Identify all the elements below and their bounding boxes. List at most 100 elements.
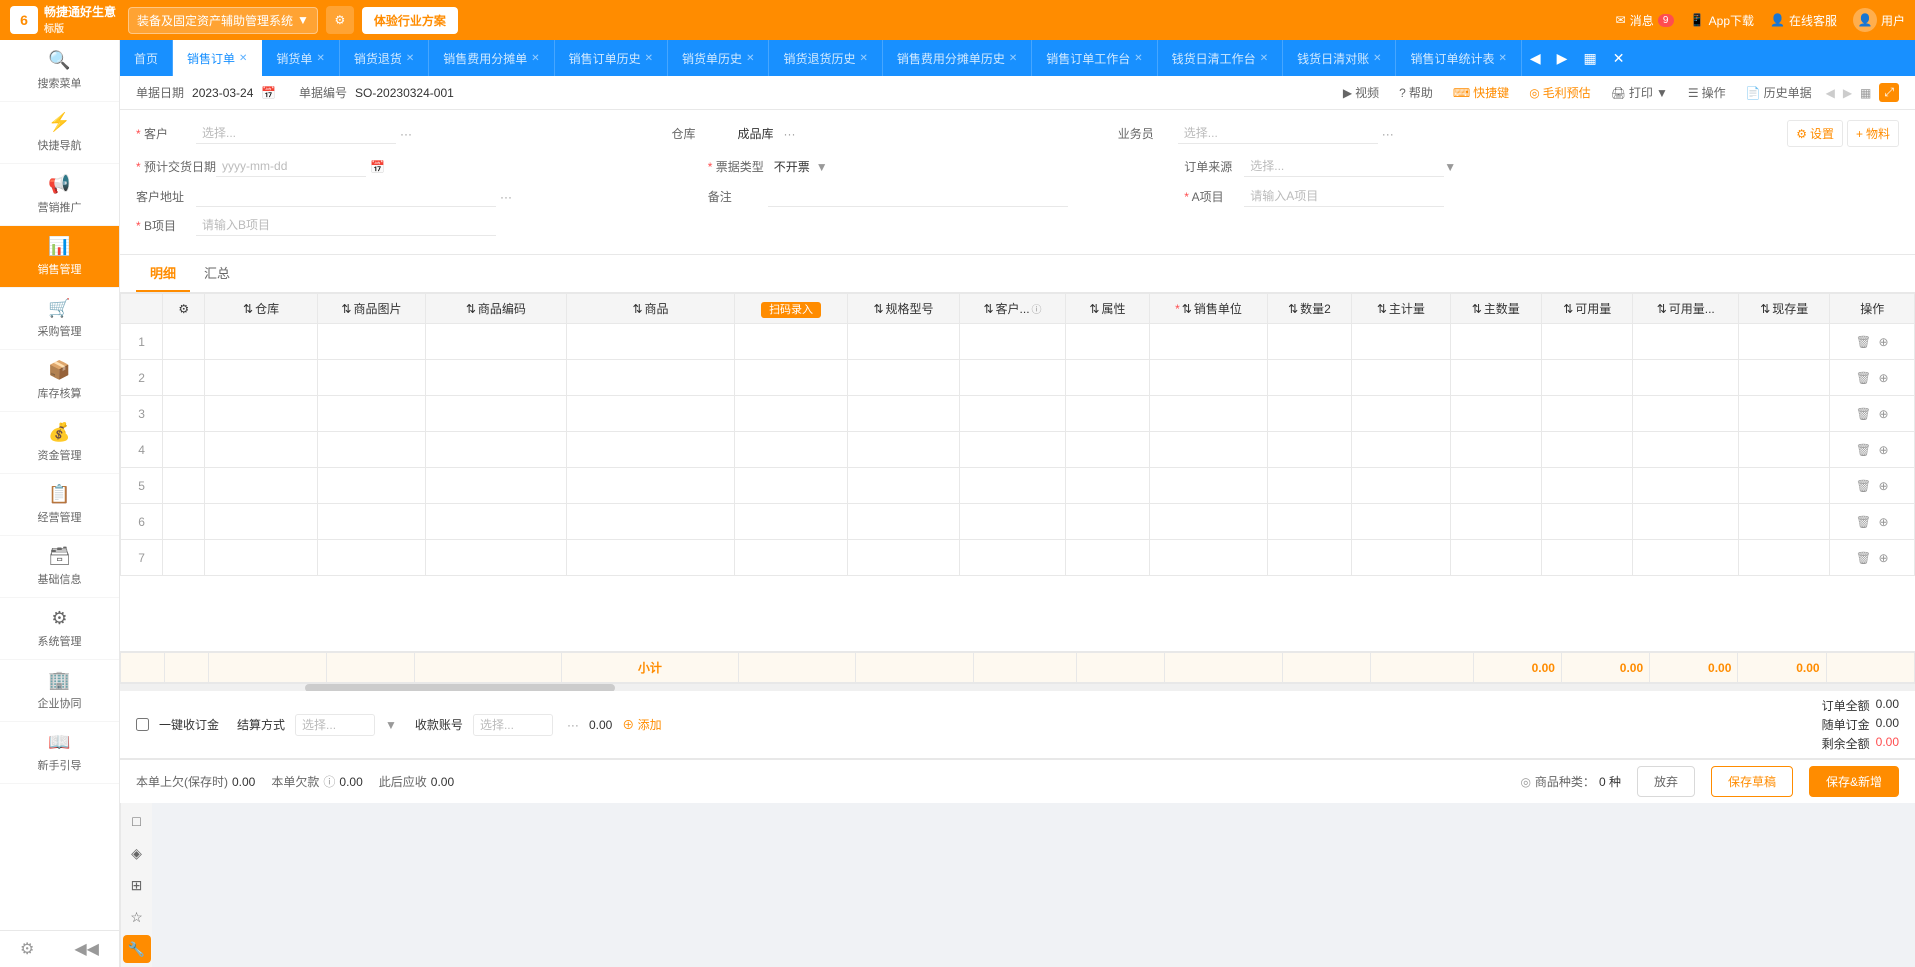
row-stock-4[interactable]	[1739, 432, 1830, 468]
row-scan-4[interactable]	[735, 432, 847, 468]
row-product-6[interactable]	[566, 504, 735, 540]
row-warehouse-7[interactable]	[205, 540, 317, 576]
row-attr-3[interactable]	[1065, 396, 1149, 432]
row-code-2[interactable]	[426, 360, 567, 396]
row-ops-2[interactable]: 🗑 ⊕	[1830, 360, 1915, 396]
row-scan-6[interactable]	[735, 504, 847, 540]
quick-pay-checkbox[interactable]	[136, 718, 149, 731]
sidebar-item-purchase[interactable]: 🛒 采购管理	[0, 288, 119, 350]
row-attr-6[interactable]	[1065, 504, 1149, 540]
customer-ellipsis[interactable]: ···	[400, 127, 412, 141]
row-attr-4[interactable]	[1065, 432, 1149, 468]
settings-button[interactable]: ⚙ 设置	[1787, 120, 1843, 147]
row-ops-4[interactable]: 🗑 ⊕	[1830, 432, 1915, 468]
row-unit-2[interactable]	[1150, 360, 1268, 396]
row-warehouse-4[interactable]	[205, 432, 317, 468]
tab-home[interactable]: 首页	[120, 40, 173, 76]
tab-close-all-btn[interactable]: ✕	[1605, 50, 1633, 67]
th-main-qty[interactable]: ⇅ 主数量	[1450, 294, 1541, 324]
row-warehouse-1[interactable]	[205, 324, 317, 360]
row-qty2-3[interactable]	[1267, 396, 1351, 432]
row-customer-7[interactable]	[960, 540, 1066, 576]
right-icon-5[interactable]: 🔧	[123, 935, 151, 963]
row-main-unit-3[interactable]	[1352, 396, 1450, 432]
row-stock-1[interactable]	[1739, 324, 1830, 360]
print-btn[interactable]: 🖨 打印 ▼	[1605, 82, 1674, 103]
copy-icon-1[interactable]: ⊕	[1879, 335, 1889, 349]
row-scan-1[interactable]	[735, 324, 847, 360]
row-img-2[interactable]	[317, 360, 425, 396]
row-stock-3[interactable]	[1739, 396, 1830, 432]
row-qty2-5[interactable]	[1267, 468, 1351, 504]
help-btn[interactable]: ? 帮助	[1393, 82, 1439, 103]
th-product-img[interactable]: ⇅ 商品图片	[317, 294, 425, 324]
row-main-unit-1[interactable]	[1352, 324, 1450, 360]
calendar-icon[interactable]: 📅	[261, 86, 276, 100]
add-payment-btn[interactable]: ⊕ 添加	[622, 716, 661, 733]
th-product-code[interactable]: ⇅ 商品编码	[426, 294, 567, 324]
row-ops-6[interactable]: 🗑 ⊕	[1830, 504, 1915, 540]
row-ops-1[interactable]: 🗑 ⊕	[1830, 324, 1915, 360]
tab-prev-btn[interactable]: ◀	[1522, 50, 1549, 67]
th-attr[interactable]: ⇅ 属性	[1065, 294, 1149, 324]
row-stock-6[interactable]	[1739, 504, 1830, 540]
tab-bill-history[interactable]: 销货单历史 ✕	[668, 40, 769, 76]
sidebar-item-promo[interactable]: 📢 营销推广	[0, 164, 119, 226]
row-avail2-4[interactable]	[1633, 432, 1739, 468]
row-qty2-6[interactable]	[1267, 504, 1351, 540]
tab-fee-history[interactable]: 销售费用分摊单历史 ✕	[883, 40, 1032, 76]
app-download-btn[interactable]: 📱 App下载	[1690, 12, 1754, 29]
sidebar-collapse-btn[interactable]: ◀◀	[74, 939, 99, 959]
th-customer-code[interactable]: ⇅ 客户... ⓘ	[960, 294, 1066, 324]
row-main-qty-2[interactable]	[1450, 360, 1541, 396]
tab-fee-history-close[interactable]: ✕	[1009, 53, 1017, 64]
tab-order-workbench[interactable]: 销售订单工作台 ✕	[1032, 40, 1157, 76]
message-btn[interactable]: ✉ 消息 9	[1616, 12, 1674, 29]
pay-method-input[interactable]	[295, 714, 375, 736]
row-product-3[interactable]	[566, 396, 735, 432]
user-btn[interactable]: 👤 用户	[1853, 8, 1905, 32]
row-img-7[interactable]	[317, 540, 425, 576]
tab-sales-return-close[interactable]: ✕	[406, 53, 414, 64]
row-code-1[interactable]	[426, 324, 567, 360]
delete-icon-3[interactable]: 🗑	[1856, 407, 1871, 421]
delivery-date-input[interactable]	[216, 156, 366, 177]
row-main-qty-7[interactable]	[1450, 540, 1541, 576]
tab-reconcile[interactable]: 钱货日清对账 ✕	[1283, 40, 1396, 76]
row-main-unit-2[interactable]	[1352, 360, 1450, 396]
row-img-1[interactable]	[317, 324, 425, 360]
order-source-input[interactable]	[1244, 156, 1444, 177]
account-ellipsis[interactable]: ···	[567, 718, 579, 732]
tab-sales-order-close[interactable]: ✕	[239, 53, 247, 64]
tab-daily-workbench-close[interactable]: ✕	[1260, 53, 1268, 64]
sidebar-item-search[interactable]: 🔍 搜索菜单	[0, 40, 119, 102]
row-warehouse-2[interactable]	[205, 360, 317, 396]
th-sales-unit[interactable]: *⇅ 销售单位	[1150, 294, 1268, 324]
tab-fee-split-close[interactable]: ✕	[531, 53, 539, 64]
discard-button[interactable]: 放弃	[1637, 766, 1695, 797]
row-unit-4[interactable]	[1150, 432, 1268, 468]
copy-icon-6[interactable]: ⊕	[1879, 515, 1889, 529]
online-support-btn[interactable]: 👤 在线客服	[1770, 12, 1837, 29]
row-product-2[interactable]	[566, 360, 735, 396]
row-stock-2[interactable]	[1739, 360, 1830, 396]
tab-sales-bill-close[interactable]: ✕	[316, 53, 324, 64]
copy-icon-2[interactable]: ⊕	[1879, 371, 1889, 385]
sidebar-item-guide[interactable]: 📖 新手引导	[0, 722, 119, 784]
row-spec-4[interactable]	[847, 432, 959, 468]
row-spec-6[interactable]	[847, 504, 959, 540]
th-icon[interactable]: ⚙	[163, 294, 205, 324]
row-avail-7[interactable]	[1542, 540, 1633, 576]
sidebar-item-base[interactable]: 🗃 基础信息	[0, 536, 119, 598]
pay-method-chevron[interactable]: ▼	[385, 718, 397, 732]
delete-icon-5[interactable]: 🗑	[1856, 479, 1871, 493]
row-unit-1[interactable]	[1150, 324, 1268, 360]
row-avail2-5[interactable]	[1633, 468, 1739, 504]
add-material-button[interactable]: + 物料	[1847, 120, 1899, 147]
row-attr-7[interactable]	[1065, 540, 1149, 576]
row-customer-1[interactable]	[960, 324, 1066, 360]
row-product-1[interactable]	[566, 324, 735, 360]
th-stock[interactable]: ⇅ 现存量	[1739, 294, 1830, 324]
customer-input[interactable]	[196, 123, 396, 144]
sidebar-item-finance[interactable]: 💰 资金管理	[0, 412, 119, 474]
